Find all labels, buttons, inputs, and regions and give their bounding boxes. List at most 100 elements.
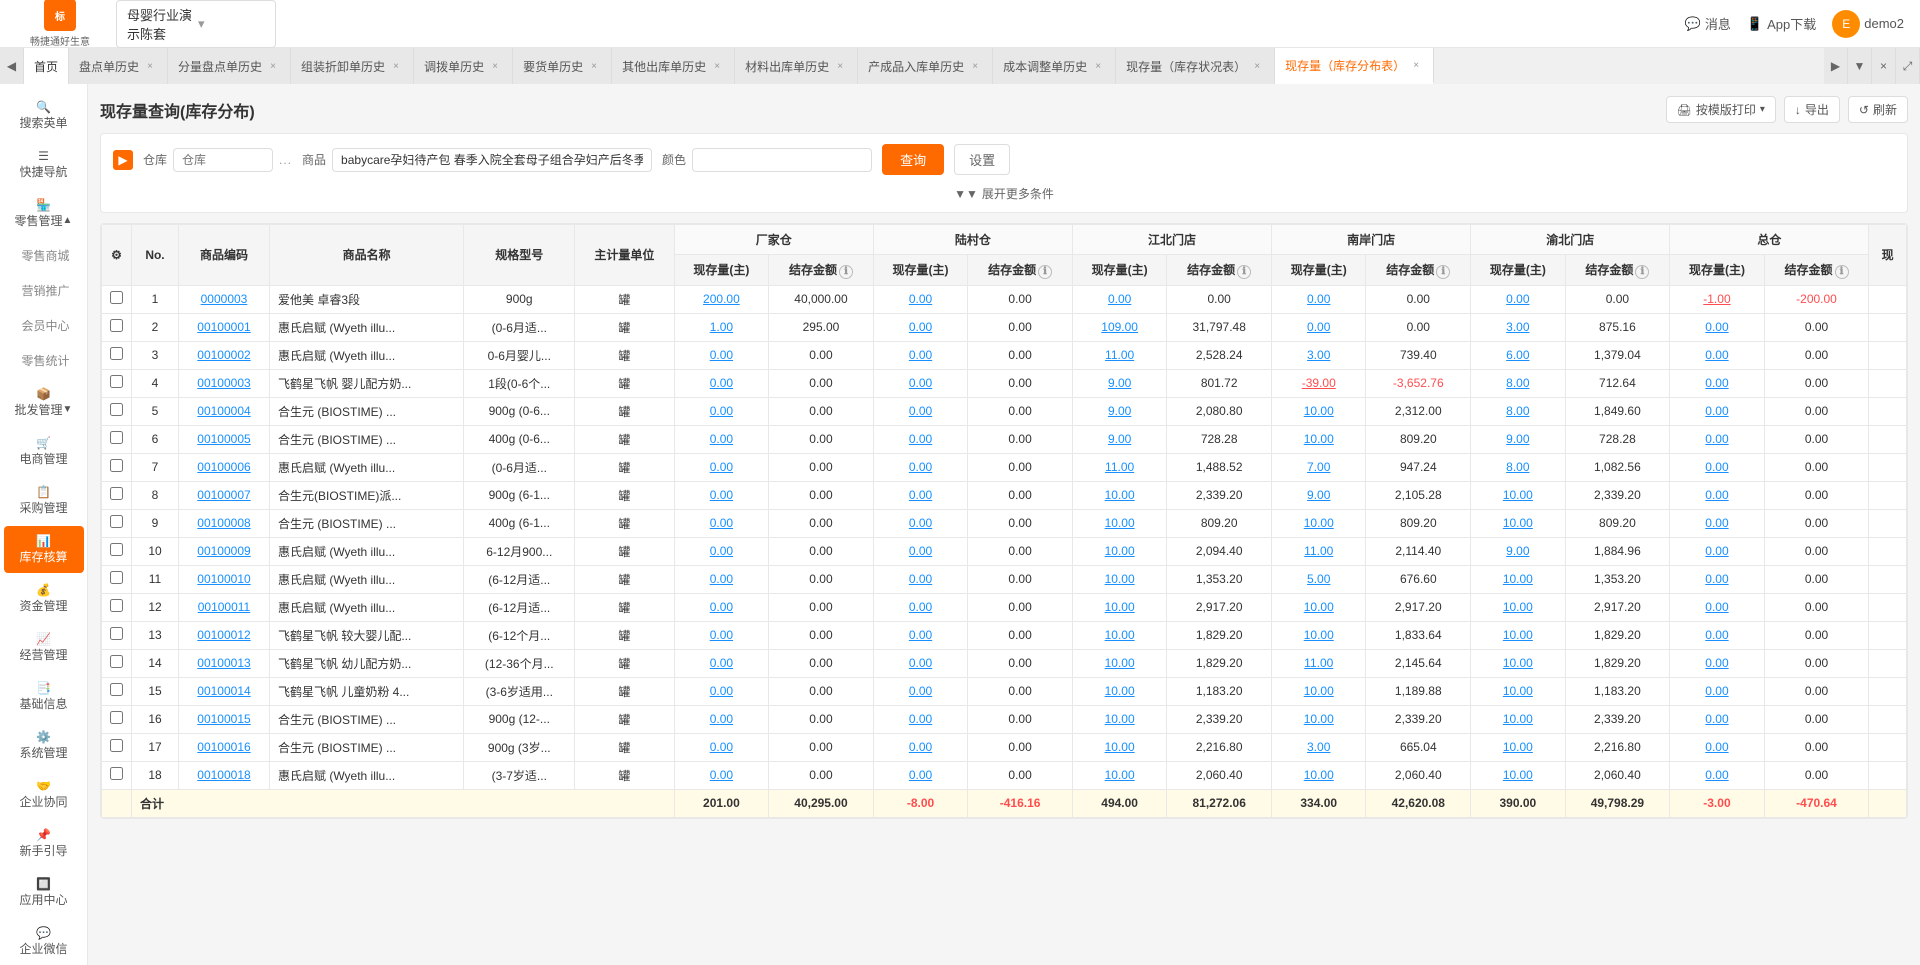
row-checkbox[interactable] xyxy=(102,341,132,369)
col-settings[interactable]: ⚙ xyxy=(102,225,132,286)
row-yubei-qty[interactable]: 10.00 xyxy=(1471,761,1565,789)
sidebar-item-wholesale[interactable]: 📦 批发管理 ▼ xyxy=(4,379,84,426)
row-code[interactable]: 00100003 xyxy=(178,369,269,397)
row-jiangbei-qty[interactable]: 10.00 xyxy=(1072,621,1166,649)
row-factory-qty[interactable]: 0.00 xyxy=(674,481,768,509)
print-button[interactable]: 🖨 按模版打印 ▾ xyxy=(1666,96,1776,123)
row-yubei-qty[interactable]: 3.00 xyxy=(1471,313,1565,341)
lucun-amt-info[interactable]: ℹ xyxy=(1038,265,1052,279)
color-input[interactable] xyxy=(692,148,872,172)
tab-close-xcl1[interactable]: × xyxy=(1250,59,1264,73)
tab-flpddls[interactable]: 分量盘点单历史 × xyxy=(168,48,291,84)
row-lucun-qty[interactable]: 0.00 xyxy=(873,453,967,481)
row-factory-qty[interactable]: 0.00 xyxy=(674,537,768,565)
row-yubei-qty[interactable]: 10.00 xyxy=(1471,649,1565,677)
row-lucun-qty[interactable]: 0.00 xyxy=(873,649,967,677)
row-lucun-qty[interactable]: 0.00 xyxy=(873,313,967,341)
row-factory-qty[interactable]: 0.00 xyxy=(674,565,768,593)
row-jiangbei-qty[interactable]: 9.00 xyxy=(1072,425,1166,453)
row-jiangbei-qty[interactable]: 0.00 xyxy=(1072,285,1166,313)
jiangbei-amt-info[interactable]: ℹ xyxy=(1237,265,1251,279)
expand-more-btn[interactable]: ▼▼ 展开更多条件 xyxy=(954,185,1054,202)
tab-close-yhdls[interactable]: × xyxy=(587,59,601,73)
row-yubei-qty[interactable]: 10.00 xyxy=(1471,593,1565,621)
row-yubei-qty[interactable]: 8.00 xyxy=(1471,453,1565,481)
tab-close-ccprkls[interactable]: × xyxy=(968,59,982,73)
row-nanan-qty[interactable]: 0.00 xyxy=(1272,313,1366,341)
row-checkbox[interactable] xyxy=(102,733,132,761)
sidebar-item-member[interactable]: 会员中心 xyxy=(4,309,84,342)
tab-ccprkls[interactable]: 产成品入库单历史 × xyxy=(858,48,993,84)
row-factory-qty[interactable]: 0.00 xyxy=(674,761,768,789)
row-jiangbei-qty[interactable]: 109.00 xyxy=(1072,313,1166,341)
row-code[interactable]: 00100014 xyxy=(178,677,269,705)
row-checkbox[interactable] xyxy=(102,537,132,565)
row-yubei-qty[interactable]: 6.00 xyxy=(1471,341,1565,369)
sidebar-item-retail-mgmt[interactable]: 🏪 零售管理 ▲ xyxy=(4,190,84,237)
tab-qtckls[interactable]: 其他出库单历史 × xyxy=(612,48,735,84)
row-nanan-qty[interactable]: 10.00 xyxy=(1272,677,1366,705)
row-nanan-qty[interactable]: 10.00 xyxy=(1272,761,1366,789)
row-checkbox[interactable] xyxy=(102,481,132,509)
sidebar-item-nav[interactable]: ☰ 快捷导航 xyxy=(4,141,84,188)
row-checkbox[interactable] xyxy=(102,285,132,313)
row-nanan-qty[interactable]: 10.00 xyxy=(1272,621,1366,649)
row-factory-qty[interactable]: 0.00 xyxy=(674,593,768,621)
tab-zzls[interactable]: 组装折卸单历史 × xyxy=(291,48,414,84)
row-checkbox[interactable] xyxy=(102,593,132,621)
row-checkbox[interactable] xyxy=(102,649,132,677)
tab-prev-btn[interactable]: ◀ xyxy=(0,48,24,84)
sidebar-item-system[interactable]: ⚙️ 系统管理 xyxy=(4,722,84,769)
row-total-qty[interactable]: -1.00 xyxy=(1670,285,1764,313)
row-jiangbei-qty[interactable]: 10.00 xyxy=(1072,677,1166,705)
row-yubei-qty[interactable]: 8.00 xyxy=(1471,397,1565,425)
row-checkbox[interactable] xyxy=(102,677,132,705)
row-code[interactable]: 0000003 xyxy=(178,285,269,313)
row-lucun-qty[interactable]: 0.00 xyxy=(873,425,967,453)
row-nanan-qty[interactable]: 0.00 xyxy=(1272,285,1366,313)
row-factory-qty[interactable]: 200.00 xyxy=(674,285,768,313)
yubei-amt-info[interactable]: ℹ xyxy=(1635,265,1649,279)
sidebar-item-basicinfo[interactable]: 📑 基础信息 xyxy=(4,673,84,720)
row-code[interactable]: 00100008 xyxy=(178,509,269,537)
sidebar-item-search[interactable]: 🔍 搜索英单 xyxy=(4,92,84,139)
tab-menu-btn[interactable]: ▼ xyxy=(1848,48,1872,84)
tab-dbdls[interactable]: 调拨单历史 × xyxy=(414,48,513,84)
warehouse-input[interactable] xyxy=(173,148,273,172)
sidebar-item-appcenter[interactable]: 🔲 应用中心 xyxy=(4,869,84,916)
row-code[interactable]: 00100010 xyxy=(178,565,269,593)
nav-selector[interactable]: 母婴行业演示陈套 ▾ xyxy=(116,0,276,48)
row-yubei-qty[interactable]: 9.00 xyxy=(1471,537,1565,565)
tab-cbtzls[interactable]: 成本调整单历史 × xyxy=(993,48,1116,84)
row-jiangbei-qty[interactable]: 10.00 xyxy=(1072,565,1166,593)
tab-pddls[interactable]: 盘点单历史 × xyxy=(69,48,168,84)
row-checkbox[interactable] xyxy=(102,705,132,733)
user-area[interactable]: E demo2 xyxy=(1832,10,1904,38)
row-lucun-qty[interactable]: 0.00 xyxy=(873,705,967,733)
row-yubei-qty[interactable]: 10.00 xyxy=(1471,509,1565,537)
row-code[interactable]: 00100012 xyxy=(178,621,269,649)
row-code[interactable]: 00100013 xyxy=(178,649,269,677)
row-nanan-qty[interactable]: 11.00 xyxy=(1272,649,1366,677)
row-jiangbei-qty[interactable]: 10.00 xyxy=(1072,481,1166,509)
tab-xcl2[interactable]: 现存量（库存分布表） × xyxy=(1275,48,1434,84)
tab-close-all-btn[interactable]: × xyxy=(1872,48,1896,84)
row-yubei-qty[interactable]: 10.00 xyxy=(1471,733,1565,761)
tab-home[interactable]: 首页 xyxy=(24,48,69,84)
row-code[interactable]: 00100004 xyxy=(178,397,269,425)
row-total-qty[interactable]: 0.00 xyxy=(1670,453,1764,481)
row-factory-qty[interactable]: 0.00 xyxy=(674,453,768,481)
goods-input[interactable] xyxy=(332,148,652,172)
row-total-qty[interactable]: 0.00 xyxy=(1670,565,1764,593)
tab-close-clckls[interactable]: × xyxy=(833,59,847,73)
row-lucun-qty[interactable]: 0.00 xyxy=(873,537,967,565)
row-lucun-qty[interactable]: 0.00 xyxy=(873,761,967,789)
row-total-qty[interactable]: 0.00 xyxy=(1670,705,1764,733)
tab-next-btn[interactable]: ▶ xyxy=(1824,48,1848,84)
row-jiangbei-qty[interactable]: 10.00 xyxy=(1072,649,1166,677)
row-lucun-qty[interactable]: 0.00 xyxy=(873,341,967,369)
row-nanan-qty[interactable]: 10.00 xyxy=(1272,397,1366,425)
row-nanan-qty[interactable]: 10.00 xyxy=(1272,593,1366,621)
tab-xcl1[interactable]: 现存量（库存状况表） × xyxy=(1116,48,1275,84)
row-total-qty[interactable]: 0.00 xyxy=(1670,649,1764,677)
